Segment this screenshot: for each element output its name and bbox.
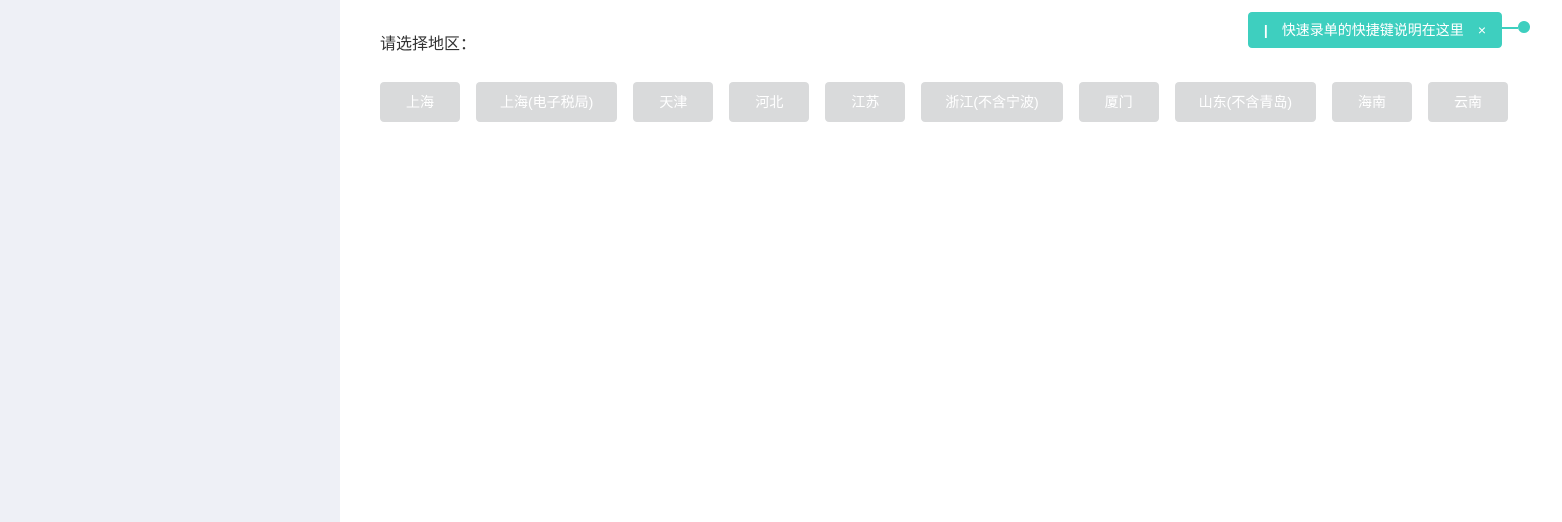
region-buttons-container: 上海上海(电子税局) 天津河北江苏浙江(不含宁波) 厦门山东(不含青岛) 海南云南 <box>380 82 1522 122</box>
region-btn-shanghai-etax[interactable]: 上海(电子税局) <box>476 82 617 122</box>
tooltip-close-button[interactable]: × <box>1478 22 1486 38</box>
tooltip-text: 快速录单的快捷键说明在这里 <box>1282 20 1464 40</box>
tooltip-dot <box>1518 21 1530 33</box>
region-btn-hebei[interactable]: 河北 <box>729 82 809 122</box>
region-btn-xiamen[interactable]: 厦门 <box>1079 82 1159 122</box>
region-btn-zhejiang[interactable]: 浙江(不含宁波) <box>921 82 1062 122</box>
region-btn-tianjin[interactable]: 天津 <box>633 82 713 122</box>
region-btn-jiangsu[interactable]: 江苏 <box>825 82 905 122</box>
region-btn-hainan[interactable]: 海南 <box>1332 82 1412 122</box>
tooltip-line <box>1500 27 1518 29</box>
region-btn-shandong[interactable]: 山东(不含青岛) <box>1175 82 1316 122</box>
tooltip-banner: 快速录单的快捷键说明在这里 × <box>1248 12 1502 48</box>
region-btn-shanghai[interactable]: 上海 <box>380 82 460 122</box>
region-btn-yunnan[interactable]: 云南 <box>1428 82 1508 122</box>
left-sidebar <box>0 0 340 522</box>
main-content: 请选择地区： 上海上海(电子税局)天津河北江苏浙江(不含宁波)厦门山东(不含青岛… <box>340 0 1562 522</box>
